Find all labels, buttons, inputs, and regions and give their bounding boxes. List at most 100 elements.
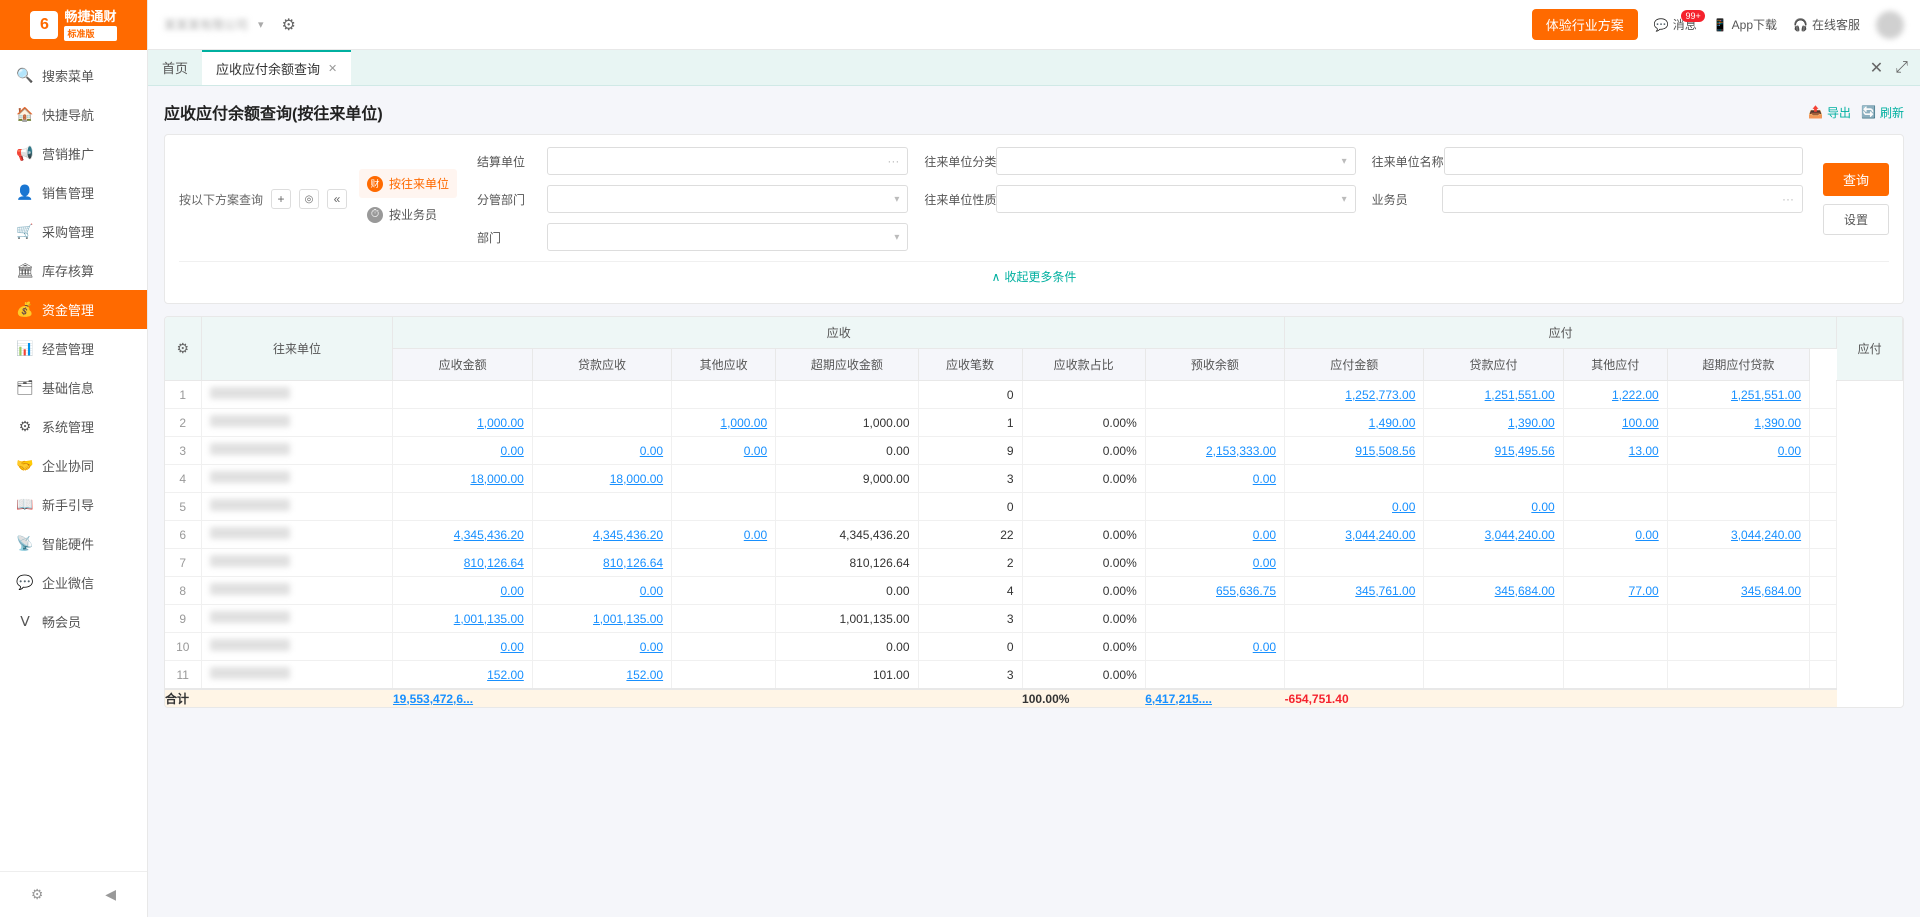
- sidebar-nav: 🔍 搜索菜单 🏠 快捷导航 📢 营销推广 👤 销售管理 🛒 采购管理 🏛 库存核…: [0, 50, 147, 871]
- row-unit: [201, 549, 393, 577]
- scheme-staff-icon: ⏱: [367, 207, 383, 223]
- message-action[interactable]: 💬 消息 99+: [1654, 16, 1697, 33]
- sidebar-label-system: 系统管理: [42, 417, 94, 436]
- field-dept-select[interactable]: ▾: [547, 223, 908, 251]
- row-unit: [201, 661, 393, 690]
- sidebar-icon-guide: 📖: [16, 496, 34, 514]
- sidebar-item-base[interactable]: 🗂 基础信息: [0, 368, 147, 407]
- service-icon: 🎧: [1793, 18, 1808, 32]
- field-unit-type-label: 往来单位分类: [924, 153, 996, 170]
- collapse-label: 收起更多条件: [1004, 268, 1076, 285]
- header-dropdown-icon[interactable]: ▾: [258, 18, 264, 31]
- page-actions: 📤 导出 🔄 刷新: [1808, 104, 1904, 121]
- service-label: 在线客服: [1812, 16, 1860, 33]
- sidebar-item-member[interactable]: Ⅴ 畅会员: [0, 602, 147, 641]
- data-table: ⚙ 往来单位 应收 应付 应付 应收金额 贷款应收 其他应收 超期应收金额: [165, 317, 1903, 707]
- tab-close-all-icon[interactable]: ✕: [1870, 58, 1883, 78]
- set-button[interactable]: 设置: [1823, 204, 1889, 235]
- sidebar-icon-wechat: 💬: [16, 574, 34, 592]
- sidebar-label-base: 基础信息: [42, 378, 94, 397]
- row-unit: [201, 381, 393, 409]
- field-settlement-input[interactable]: ···: [547, 147, 908, 175]
- sidebar-icon-hardware: 📡: [16, 535, 34, 553]
- tab-query[interactable]: 应收应付余额查询 ✕: [202, 50, 351, 85]
- tab-query-label: 应收应付余额查询: [216, 59, 320, 78]
- field-unit-type-select[interactable]: ▾: [996, 147, 1355, 175]
- th-ap-group: 应付: [1285, 317, 1837, 349]
- sidebar-item-inventory[interactable]: 🏛 库存核算: [0, 251, 147, 290]
- promo-button[interactable]: 体验行业方案: [1532, 9, 1638, 40]
- th-settings[interactable]: ⚙: [165, 317, 201, 381]
- tab-close-icon[interactable]: ✕: [328, 62, 337, 75]
- row-no: 8: [165, 577, 201, 605]
- sidebar-item-system[interactable]: ⚙ 系统管理: [0, 407, 147, 446]
- service-action[interactable]: 🎧 在线客服: [1793, 16, 1860, 33]
- export-button[interactable]: 📤 导出: [1808, 104, 1851, 121]
- filter-add-btn[interactable]: +: [271, 189, 291, 209]
- scheme-unit-label: 按往来单位: [389, 175, 449, 192]
- sidebar-item-business[interactable]: 📊 经营管理: [0, 329, 147, 368]
- app-action[interactable]: 📱 App下载: [1713, 16, 1777, 33]
- footer-ar-overdue: [776, 689, 918, 707]
- th-ap-other: 其他应付: [1563, 349, 1667, 381]
- sidebar-item-purchase[interactable]: 🛒 采购管理: [0, 212, 147, 251]
- sidebar-item-finance[interactable]: 💰 资金管理: [0, 290, 147, 329]
- header-actions: 💬 消息 99+ 📱 App下载 🎧 在线客服: [1654, 11, 1904, 39]
- sidebar-item-wechat[interactable]: 💬 企业微信: [0, 563, 147, 602]
- field-unit-nature-select[interactable]: ▾: [996, 185, 1355, 213]
- table-row: 3 0.00 0.00 0.00 0.00 9 0.00% 2,153,333.…: [165, 437, 1903, 465]
- message-icon: 💬: [1654, 18, 1669, 32]
- scheme-by-staff[interactable]: ⏱ 按业务员: [359, 200, 457, 229]
- table-gear-icon[interactable]: ⚙: [176, 340, 189, 356]
- sidebar-item-collab[interactable]: 🤝 企业协同: [0, 446, 147, 485]
- field-salesperson-label: 业务员: [1372, 191, 1442, 208]
- table-row: 7 810,126.64 810,126.64 810,126.64 2 0.0…: [165, 549, 1903, 577]
- sidebar-item-marketing[interactable]: 📢 营销推广: [0, 134, 147, 173]
- sidebar-item-guide[interactable]: 📖 新手引导: [0, 485, 147, 524]
- sidebar-label-wechat: 企业微信: [42, 573, 94, 592]
- sidebar-item-quicknav[interactable]: 🏠 快捷导航: [0, 95, 147, 134]
- row-no: 1: [165, 381, 201, 409]
- sidebar-collapse-btn[interactable]: ◀: [95, 880, 126, 909]
- sidebar-settings-btn[interactable]: ⚙: [21, 880, 54, 909]
- field-salesperson-input[interactable]: ···: [1442, 185, 1803, 213]
- th-ap-overdue: 超期应付贷款: [1667, 349, 1809, 381]
- field-unit-type: 往来单位分类 ▾: [924, 147, 1355, 175]
- table-row: 8 0.00 0.00 0.00 4 0.00% 655,636.75 345,…: [165, 577, 1903, 605]
- refresh-icon: 🔄: [1861, 105, 1876, 119]
- sidebar-icon-collab: 🤝: [16, 457, 34, 475]
- sidebar-label-search: 搜索菜单: [42, 66, 94, 85]
- user-avatar[interactable]: [1876, 11, 1904, 39]
- field-unit-name-label: 往来单位名称: [1372, 153, 1444, 170]
- tab-expand-icon[interactable]: ⤢: [1895, 59, 1908, 77]
- th-ar-group: 应收: [393, 317, 1285, 349]
- th-ar-amount: 应收金额: [393, 349, 532, 381]
- filter-target-btn[interactable]: ◎: [299, 189, 319, 209]
- field-dept-mgr-select[interactable]: ▾: [547, 185, 908, 213]
- footer-ap-amount: -654,751.40: [1285, 689, 1424, 707]
- sidebar-label-quicknav: 快捷导航: [42, 105, 94, 124]
- field-unit-name-input[interactable]: [1444, 147, 1803, 175]
- th-ar-other: 其他应收: [672, 349, 776, 381]
- tab-home[interactable]: 首页: [148, 50, 202, 85]
- table-scroll[interactable]: ⚙ 往来单位 应收 应付 应付 应收金额 贷款应收 其他应收 超期应收金额: [165, 317, 1903, 707]
- sidebar-item-search[interactable]: 🔍 搜索菜单: [0, 56, 147, 95]
- footer-ap-overdue: [1667, 689, 1809, 707]
- sidebar-item-hardware[interactable]: 📡 智能硬件: [0, 524, 147, 563]
- scheme-by-unit[interactable]: 财 按往来单位: [359, 169, 457, 198]
- row-unit: [201, 521, 393, 549]
- filter-collapse-btn[interactable]: «: [327, 189, 347, 209]
- query-button[interactable]: 查询: [1823, 163, 1889, 196]
- field-unit-nature-label: 往来单位性质: [924, 191, 996, 208]
- sidebar-item-sales[interactable]: 👤 销售管理: [0, 173, 147, 212]
- sidebar-label-member: 畅会员: [42, 612, 81, 631]
- sidebar-icon-base: 🗂: [16, 379, 34, 397]
- header-gear-icon[interactable]: ⚙: [282, 15, 296, 35]
- app-icon: 📱: [1713, 18, 1728, 32]
- refresh-button[interactable]: 🔄 刷新: [1861, 104, 1904, 121]
- th-ap-amount: 应付金额: [1285, 349, 1424, 381]
- sidebar-icon-finance: 💰: [16, 301, 34, 319]
- collapse-more-btn[interactable]: ∧ 收起更多条件: [179, 261, 1889, 291]
- row-unit: [201, 493, 393, 521]
- footer-ar-count: [918, 689, 1022, 707]
